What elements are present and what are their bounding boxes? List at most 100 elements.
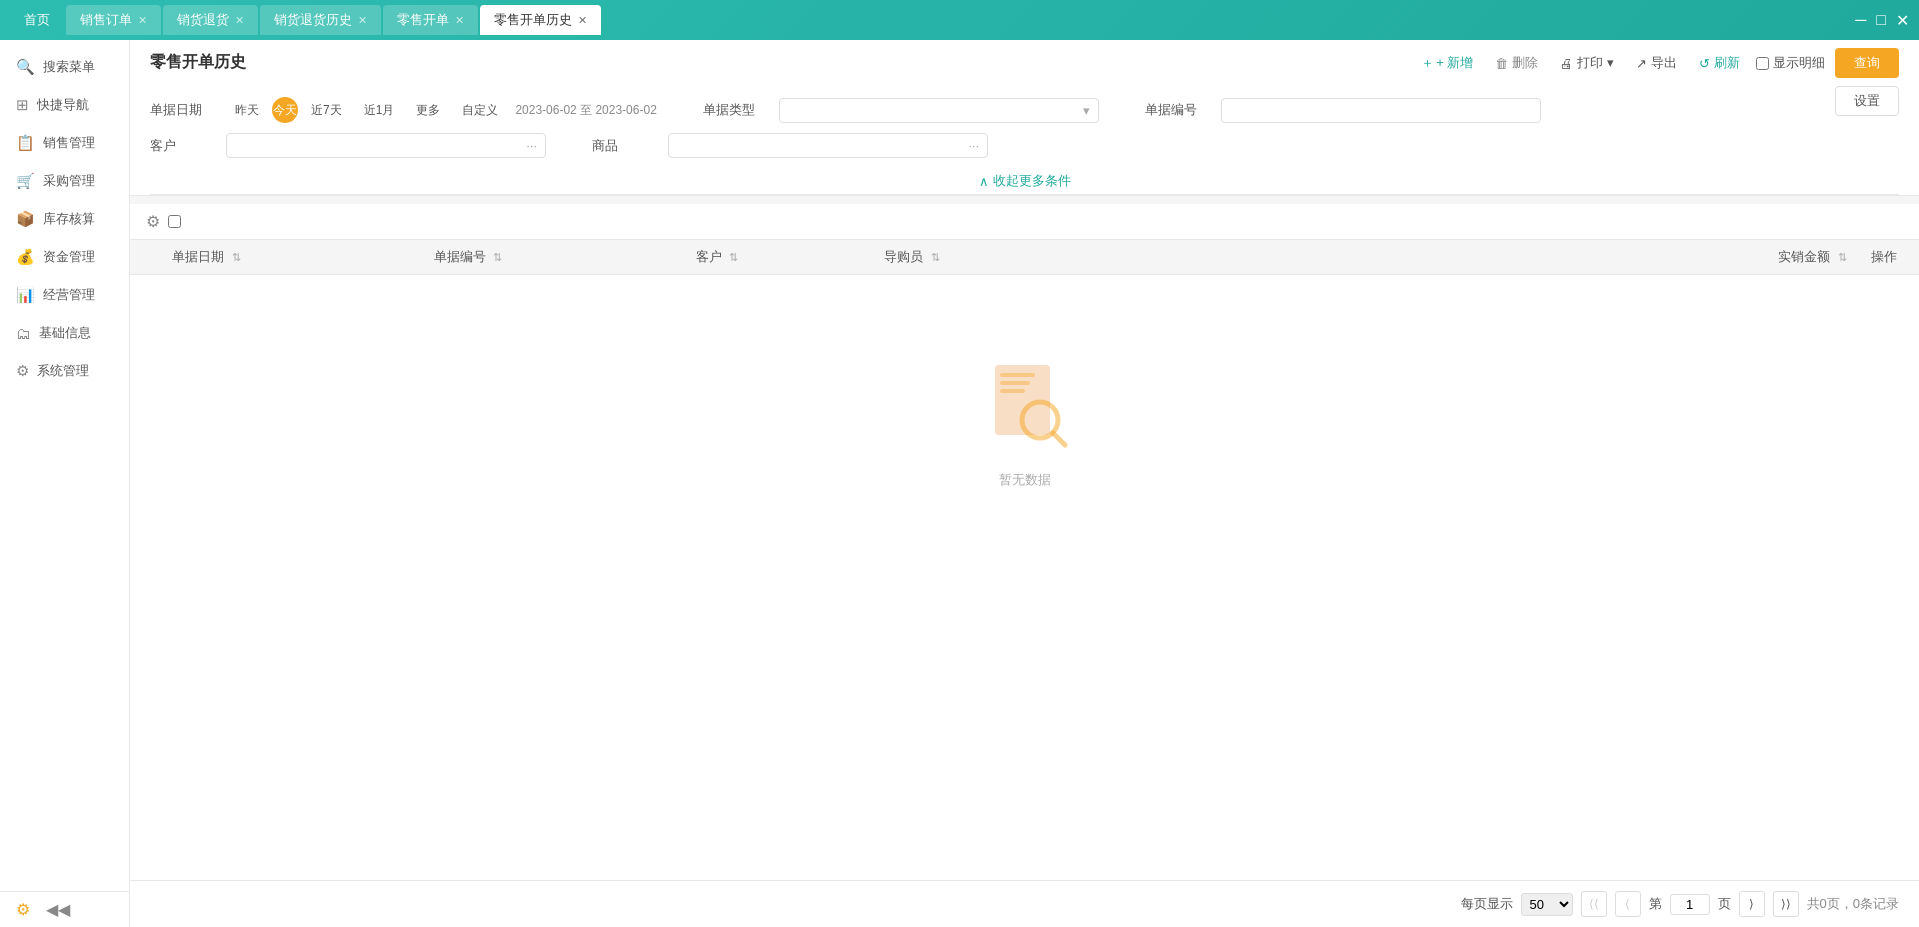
th-amount[interactable]: 实销金额 ⇅ xyxy=(1597,240,1859,275)
add-icon: ＋ xyxy=(1421,54,1434,72)
date-yesterday[interactable]: 昨天 xyxy=(226,99,268,122)
goods-label: 商品 xyxy=(592,137,652,155)
sidebar-collapse-icon[interactable]: ◀◀ xyxy=(46,900,70,919)
tab-sales-return-history-close[interactable]: ✕ xyxy=(358,14,367,27)
first-page-btn[interactable]: ⟨⟨ xyxy=(1581,891,1607,917)
page-label: 页 xyxy=(1718,895,1731,913)
date-custom[interactable]: 自定义 xyxy=(453,99,507,122)
table-area: ⚙ 单据日期 ⇅ 单据编号 ⇅ xyxy=(130,204,1919,880)
date-label: 单据日期 xyxy=(150,101,210,119)
date-7days[interactable]: 近7天 xyxy=(302,99,351,122)
sidebar-item-system-mgmt[interactable]: ⚙ 系统管理 xyxy=(0,352,129,390)
page-number-input[interactable] xyxy=(1670,894,1710,915)
table-settings-icon[interactable]: ⚙ xyxy=(146,212,160,231)
select-all-checkbox[interactable] xyxy=(168,215,181,228)
pagination: 每页显示 50 10 20 100 ⟨⟨ ⟨ 第 页 ⟩ ⟩⟩ 共0页，0条记录 xyxy=(130,880,1919,927)
sidebar-item-basic-info[interactable]: 🗂 基础信息 xyxy=(0,314,129,352)
sidebar: 🔍 搜索菜单 ⊞ 快捷导航 📋 销售管理 🛒 采购管理 📦 库存核算 💰 资金管… xyxy=(0,40,130,927)
svg-rect-1 xyxy=(1000,373,1035,377)
table-header: 单据日期 ⇅ 单据编号 ⇅ 客户 ⇅ 导购员 ⇅ xyxy=(130,240,1919,275)
print-button[interactable]: 🖨 打印 ▾ xyxy=(1554,50,1620,76)
query-button[interactable]: 查询 xyxy=(1835,48,1899,78)
inventory-icon: 📦 xyxy=(16,210,35,228)
settings-button[interactable]: 设置 xyxy=(1835,86,1899,116)
tab-retail-open-history-label: 零售开单历史 xyxy=(494,11,572,29)
total-info: 共0页，0条记录 xyxy=(1807,895,1899,913)
number-label: 单据编号 xyxy=(1145,101,1205,119)
tab-sales-order[interactable]: 销售订单 ✕ xyxy=(66,5,161,35)
tab-sales-return-history[interactable]: 销货退货历史 ✕ xyxy=(260,5,381,35)
th-operation-label: 操作 xyxy=(1871,249,1897,264)
th-customer-sort: ⇅ xyxy=(729,251,738,263)
empty-illustration xyxy=(975,355,1075,455)
svg-line-5 xyxy=(1053,433,1065,445)
next-page-btn[interactable]: ⟩ xyxy=(1739,891,1765,917)
last-page-btn[interactable]: ⟩⟩ xyxy=(1773,891,1799,917)
tab-sales-order-close[interactable]: ✕ xyxy=(138,14,147,27)
operations-icon: 📊 xyxy=(16,286,35,304)
sidebar-item-purchase-mgmt[interactable]: 🛒 采购管理 xyxy=(0,162,129,200)
export-button[interactable]: ↗ 导出 xyxy=(1630,50,1683,76)
refresh-button[interactable]: ↺ 刷新 xyxy=(1693,50,1746,76)
customer-input[interactable]: ··· xyxy=(226,133,546,158)
tab-retail-open-close[interactable]: ✕ xyxy=(455,14,464,27)
sidebar-search-label: 搜索菜单 xyxy=(43,58,95,76)
th-number-label: 单据编号 xyxy=(434,249,486,264)
sidebar-item-search[interactable]: 🔍 搜索菜单 xyxy=(0,48,129,86)
sidebar-finance-label: 资金管理 xyxy=(43,248,95,266)
minimize-icon[interactable]: ─ xyxy=(1855,11,1866,30)
sidebar-settings-icon[interactable]: ⚙ xyxy=(16,900,30,919)
prev-page-btn[interactable]: ⟨ xyxy=(1615,891,1641,917)
table-toolbar: ⚙ xyxy=(130,204,1919,240)
finance-icon: 💰 xyxy=(16,248,35,266)
delete-button[interactable]: 🗑 删除 xyxy=(1489,50,1544,76)
refresh-icon: ↺ xyxy=(1699,56,1710,71)
filter-row-2: 客户 ··· 商品 ··· xyxy=(150,133,1899,158)
page-word: 第 xyxy=(1649,895,1662,913)
tab-home-label: 首页 xyxy=(24,11,50,29)
toolbar-right: ＋ + 新增 🗑 删除 🖨 打印 ▾ ↗ xyxy=(1415,50,1899,116)
date-more[interactable]: 更多 xyxy=(407,99,449,122)
type-select[interactable]: ▾ xyxy=(779,98,1099,123)
tab-retail-open-history-close[interactable]: ✕ xyxy=(578,14,587,27)
sidebar-item-finance[interactable]: 💰 资金管理 xyxy=(0,238,129,276)
th-date[interactable]: 单据日期 ⇅ xyxy=(160,240,422,275)
tab-retail-open-history[interactable]: 零售开单历史 ✕ xyxy=(480,5,601,35)
sidebar-bottom: ⚙ ◀◀ xyxy=(0,891,129,927)
svg-rect-3 xyxy=(1000,389,1025,393)
th-salesperson[interactable]: 导购员 ⇅ xyxy=(872,240,1097,275)
print-icon: 🖨 xyxy=(1560,56,1573,71)
sidebar-inventory-label: 库存核算 xyxy=(43,210,95,228)
goods-dots: ··· xyxy=(968,138,979,153)
th-number[interactable]: 单据编号 ⇅ xyxy=(422,240,684,275)
type-select-arrow: ▾ xyxy=(1083,103,1090,118)
show-detail-checkbox[interactable] xyxy=(1756,57,1769,70)
th-customer[interactable]: 客户 ⇅ xyxy=(684,240,872,275)
sidebar-operations-label: 经营管理 xyxy=(43,286,95,304)
tab-sales-return[interactable]: 销货退货 ✕ xyxy=(163,5,258,35)
date-1month[interactable]: 近1月 xyxy=(355,99,404,122)
tab-sales-return-label: 销货退货 xyxy=(177,11,229,29)
th-date-label: 单据日期 xyxy=(172,249,224,264)
close-icon[interactable]: ✕ xyxy=(1896,11,1909,30)
content-area: 零售开单历史 ＋ + 新增 🗑 删除 🖨 打印 ▾ xyxy=(130,40,1919,927)
goods-input[interactable]: ··· xyxy=(668,133,988,158)
tab-sales-return-close[interactable]: ✕ xyxy=(235,14,244,27)
collapse-button[interactable]: ∧ 收起更多条件 xyxy=(150,168,1899,194)
export-icon: ↗ xyxy=(1636,56,1647,71)
sidebar-sales-mgmt-label: 销售管理 xyxy=(43,134,95,152)
per-page-label: 每页显示 xyxy=(1461,895,1513,913)
svg-rect-2 xyxy=(1000,381,1030,385)
tab-retail-open[interactable]: 零售开单 ✕ xyxy=(383,5,478,35)
sidebar-item-operations[interactable]: 📊 经营管理 xyxy=(0,276,129,314)
sidebar-item-quick-nav[interactable]: ⊞ 快捷导航 xyxy=(0,86,129,124)
sidebar-item-sales-mgmt[interactable]: 📋 销售管理 xyxy=(0,124,129,162)
tab-home[interactable]: 首页 xyxy=(10,5,64,35)
per-page-select[interactable]: 50 10 20 100 xyxy=(1521,893,1573,916)
purchase-mgmt-icon: 🛒 xyxy=(16,172,35,190)
add-button[interactable]: ＋ + 新增 xyxy=(1415,50,1479,76)
sidebar-item-inventory[interactable]: 📦 库存核算 xyxy=(0,200,129,238)
date-today[interactable]: 今天 xyxy=(272,97,298,123)
show-detail-checkbox-label[interactable]: 显示明细 xyxy=(1756,54,1825,72)
maximize-icon[interactable]: □ xyxy=(1876,11,1886,30)
